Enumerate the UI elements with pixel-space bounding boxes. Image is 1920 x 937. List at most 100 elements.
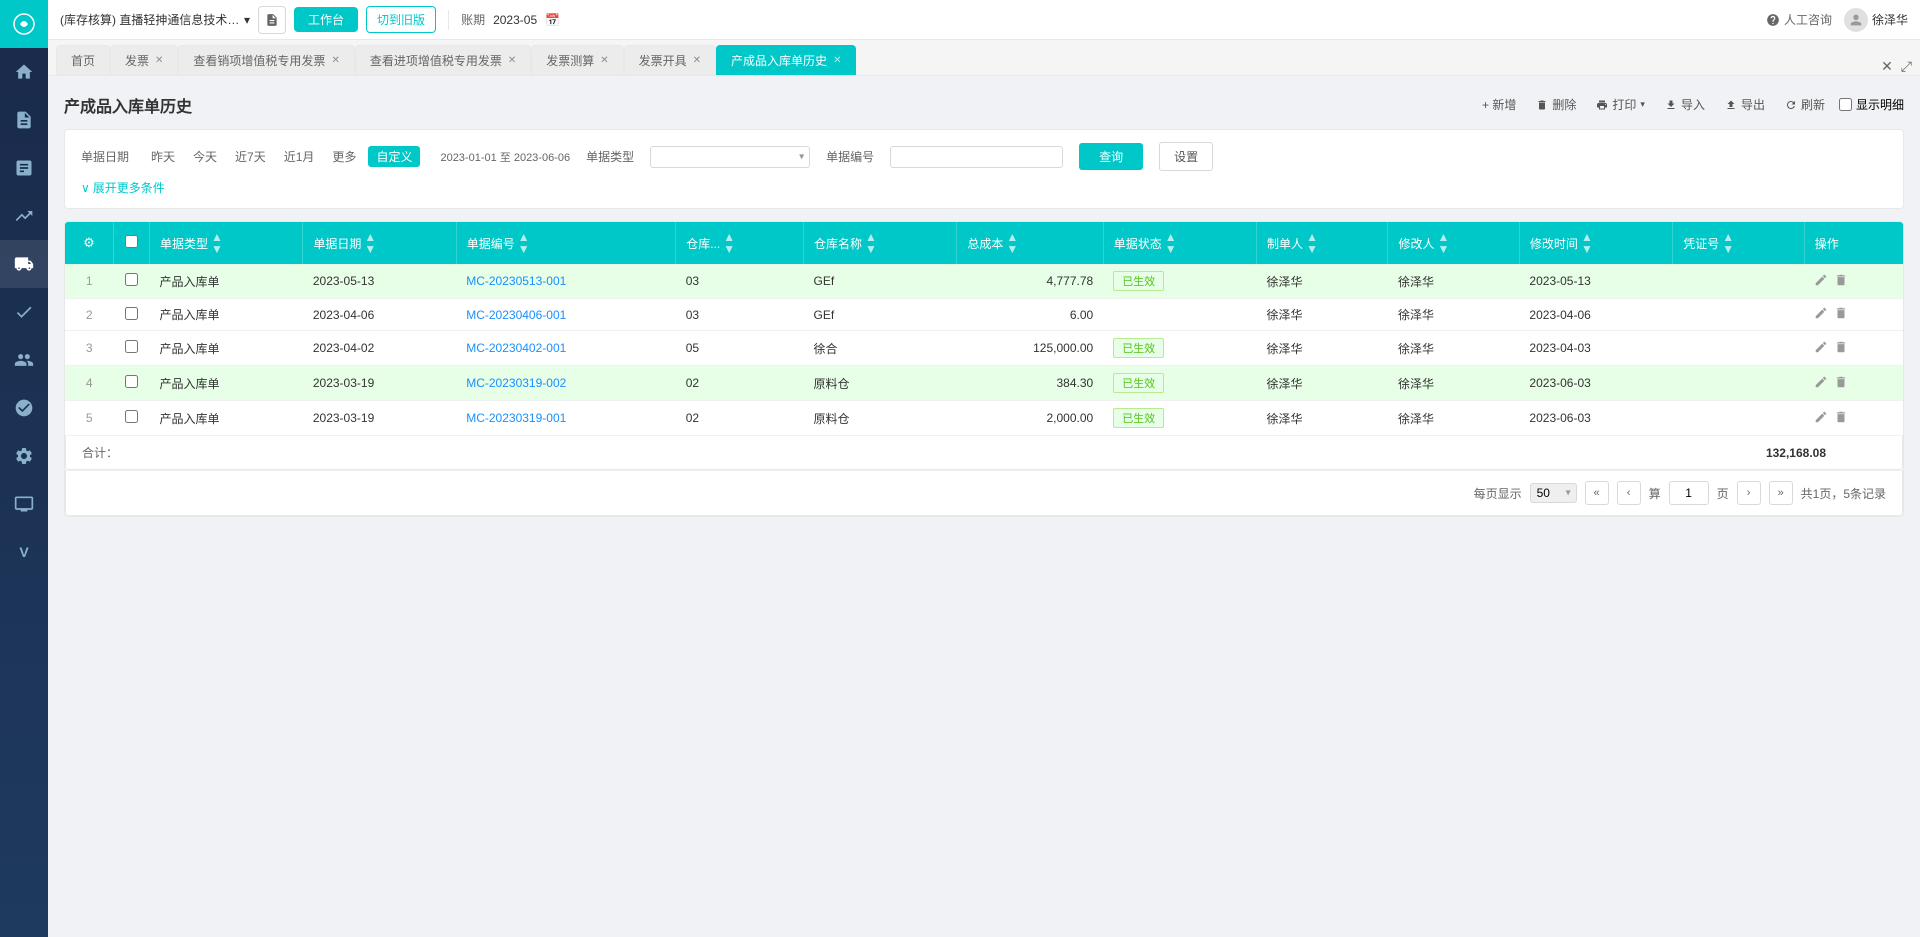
th-date[interactable]: 单据日期▲▼ [303, 222, 456, 264]
edit-icon[interactable] [1814, 306, 1828, 323]
row-number-link[interactable]: MC-20230513-001 [466, 274, 566, 288]
delete-button[interactable]: 删除 [1530, 92, 1582, 117]
prev-page-button[interactable]: ‹ [1617, 481, 1641, 505]
edit-icon[interactable] [1814, 273, 1828, 290]
last-page-button[interactable]: » [1769, 481, 1793, 505]
tab-invoice-calc[interactable]: 发票测算 ✕ [531, 45, 623, 75]
delete-row-icon[interactable] [1834, 306, 1848, 323]
sidebar-item-invoice[interactable] [0, 96, 48, 144]
tab-invoice-open-close[interactable]: ✕ [693, 55, 701, 66]
th-status[interactable]: 单据状态▲▼ [1103, 222, 1256, 264]
th-warehouse-code[interactable]: 仓库...▲▼ [676, 222, 804, 264]
tab-check-purchase-close[interactable]: ✕ [508, 55, 516, 66]
print-label: 打印 [1612, 96, 1636, 113]
sidebar-item-purchase[interactable] [0, 384, 48, 432]
user-info[interactable]: 徐泽华 [1844, 8, 1908, 32]
date-option-1month[interactable]: 近1月 [278, 146, 321, 167]
print-button[interactable]: 打印 ▾ [1590, 92, 1651, 117]
type-filter-label: 单据类型 [586, 148, 634, 165]
row-number-link[interactable]: MC-20230406-001 [466, 308, 566, 322]
row-checkbox[interactable] [125, 273, 138, 286]
delete-row-icon[interactable] [1834, 375, 1848, 392]
date-option-yesterday[interactable]: 昨天 [145, 146, 181, 167]
sidebar-item-group[interactable] [0, 336, 48, 384]
show-detail-checkbox[interactable] [1839, 98, 1852, 111]
th-total-cost[interactable]: 总成本▲▼ [957, 222, 1103, 264]
sidebar-item-task[interactable] [0, 288, 48, 336]
row-date: 2023-03-19 [303, 401, 456, 436]
th-creator[interactable]: 制单人▲▼ [1257, 222, 1388, 264]
th-number[interactable]: 单据编号▲▼ [456, 222, 675, 264]
sidebar-item-settings[interactable] [0, 432, 48, 480]
delete-row-icon[interactable] [1834, 410, 1848, 427]
row-checkbox[interactable] [125, 340, 138, 353]
tab-check-purchase[interactable]: 查看进项增值税专用发票 ✕ [355, 45, 531, 75]
row-checkbox[interactable] [125, 410, 138, 423]
setting-button[interactable]: 设置 [1159, 142, 1213, 171]
row-number[interactable]: MC-20230513-001 [456, 264, 675, 299]
tab-invoice-close[interactable]: ✕ [155, 55, 163, 66]
row-number[interactable]: MC-20230406-001 [456, 299, 675, 331]
row-number[interactable]: MC-20230319-002 [456, 366, 675, 401]
tab-check-sales-close[interactable]: ✕ [331, 55, 339, 66]
th-settings[interactable]: ⚙ [65, 222, 114, 264]
import-button[interactable]: 导入 [1659, 92, 1711, 117]
doc-icon-button[interactable] [258, 6, 286, 34]
company-selector[interactable]: (库存核算) 直播轻抻通信息技术股份... ▾ [60, 11, 250, 28]
select-all-checkbox[interactable] [125, 235, 138, 248]
show-detail-label[interactable]: 显示明细 [1839, 96, 1904, 113]
tab-invoice-open[interactable]: 发票开具 ✕ [624, 45, 716, 75]
row-number-link[interactable]: MC-20230402-001 [466, 341, 566, 355]
sidebar-item-version[interactable]: V [0, 528, 48, 576]
tab-product-history[interactable]: 产成品入库单历史 ✕ [716, 45, 856, 75]
row-checkbox[interactable] [125, 307, 138, 320]
tab-invoice-calc-close[interactable]: ✕ [600, 55, 608, 66]
sidebar-item-warehouse[interactable] [0, 240, 48, 288]
tab-maximize-icon[interactable]: ⤢ [1901, 58, 1912, 75]
switch-version-button[interactable]: 切到旧版 [366, 6, 436, 33]
row-number-link[interactable]: MC-20230319-002 [466, 376, 566, 390]
sidebar-item-home[interactable] [0, 48, 48, 96]
row-number[interactable]: MC-20230402-001 [456, 331, 675, 366]
row-number[interactable]: MC-20230319-001 [456, 401, 675, 436]
sidebar-item-analytics[interactable] [0, 192, 48, 240]
new-button[interactable]: + 新增 [1476, 92, 1522, 117]
date-option-7days[interactable]: 近7天 [229, 146, 272, 167]
number-input[interactable] [890, 146, 1063, 168]
tab-close-all-icon[interactable]: ✕ [1881, 58, 1893, 75]
tab-check-sales[interactable]: 查看销项增值税专用发票 ✕ [178, 45, 354, 75]
th-modify-time[interactable]: 修改时间▲▼ [1519, 222, 1672, 264]
th-modifier[interactable]: 修改人▲▼ [1388, 222, 1519, 264]
type-select[interactable] [650, 146, 810, 168]
period-calendar-icon[interactable]: 📅 [545, 13, 560, 27]
row-checkbox[interactable] [125, 375, 138, 388]
expand-filter-button[interactable]: ∨ 展开更多条件 [81, 179, 165, 196]
export-button[interactable]: 导出 [1719, 92, 1771, 117]
date-option-today[interactable]: 今天 [187, 146, 223, 167]
th-voucher[interactable]: 凭证号▲▼ [1673, 222, 1804, 264]
workbench-button[interactable]: 工作台 [294, 7, 358, 32]
delete-row-icon[interactable] [1834, 273, 1848, 290]
per-page-select[interactable]: 50 100 [1530, 483, 1577, 503]
tab-product-history-close[interactable]: ✕ [833, 55, 841, 66]
edit-icon[interactable] [1814, 340, 1828, 357]
refresh-button[interactable]: 刷新 [1779, 92, 1831, 117]
first-page-button[interactable]: « [1585, 481, 1609, 505]
date-option-custom[interactable]: 自定义 [368, 146, 420, 167]
page-number-input[interactable] [1669, 481, 1709, 505]
edit-icon[interactable] [1814, 375, 1828, 392]
edit-icon[interactable] [1814, 410, 1828, 427]
sidebar-item-video[interactable] [0, 480, 48, 528]
th-type[interactable]: 单据类型▲▼ [150, 222, 303, 264]
next-page-button[interactable]: › [1737, 481, 1761, 505]
tab-home[interactable]: 首页 [56, 45, 110, 75]
service-button[interactable]: 人工咨询 [1766, 11, 1832, 28]
row-number-link[interactable]: MC-20230319-001 [466, 411, 566, 425]
column-settings-icon[interactable]: ⚙ [75, 229, 103, 257]
delete-row-icon[interactable] [1834, 340, 1848, 357]
query-button[interactable]: 查询 [1079, 143, 1143, 170]
tab-invoice[interactable]: 发票 ✕ [110, 45, 178, 75]
sidebar-item-chart[interactable] [0, 144, 48, 192]
date-option-more[interactable]: 更多 [326, 146, 362, 167]
th-warehouse-name[interactable]: 仓库名称▲▼ [803, 222, 956, 264]
